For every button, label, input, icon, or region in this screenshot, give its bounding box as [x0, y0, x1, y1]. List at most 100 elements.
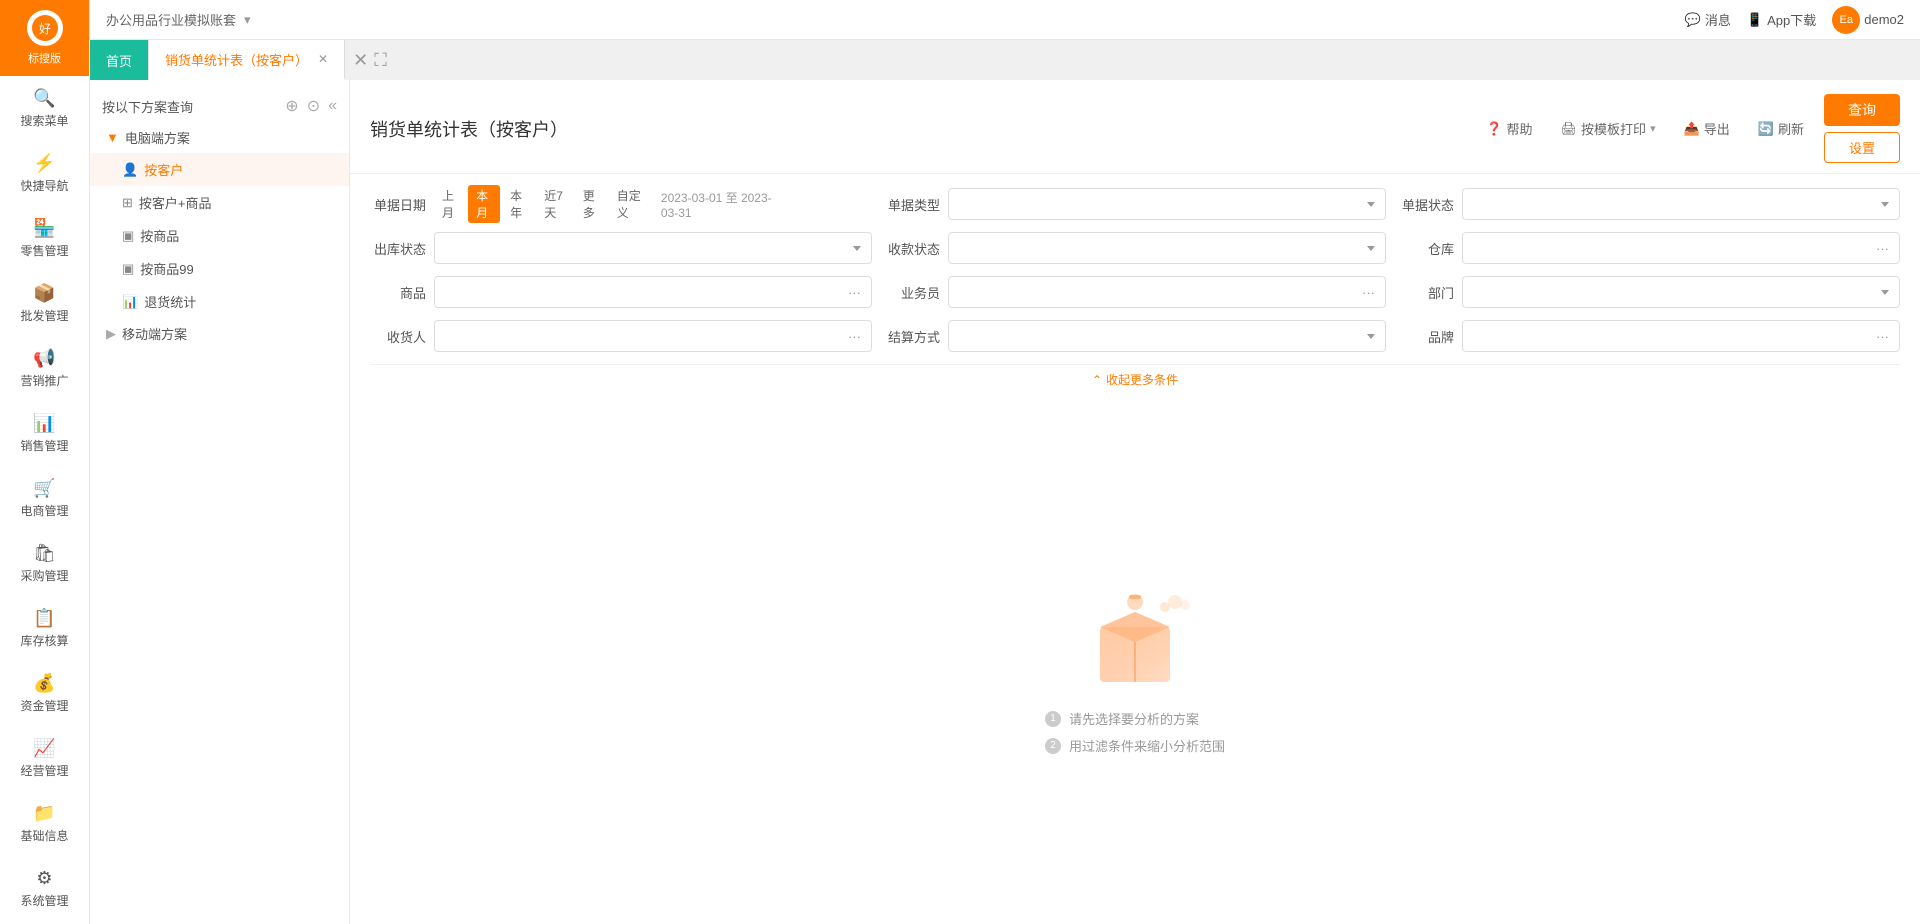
refresh-button[interactable]: 🔄 刷新	[1750, 115, 1812, 142]
filter-pay-status-control[interactable]	[948, 232, 1386, 264]
scheme-header-title: 按以下方案查询	[102, 97, 193, 116]
brand-dots-icon[interactable]: ···	[1876, 329, 1889, 344]
type-dropdown-arrow-icon	[1367, 202, 1375, 207]
sidebar-item-4[interactable]: 📢营销推广	[0, 336, 89, 401]
tab-home-label: 首页	[106, 51, 132, 70]
scheme-group-mobile-title[interactable]: ▶ 移动端方案	[90, 318, 349, 349]
settings-button[interactable]: 设置	[1824, 132, 1900, 163]
receiver-dots-icon[interactable]: ···	[848, 329, 861, 344]
scheme-header-icons: ⊕ ⊙ «	[285, 96, 337, 116]
scheme-item-goods99[interactable]: ▣ 按商品99	[90, 252, 349, 285]
sidebar-icon-3: 📦	[33, 283, 55, 304]
filter-brand-label: 品牌	[1398, 327, 1454, 346]
warehouse-dots-icon[interactable]: ···	[1876, 241, 1889, 256]
filter-salesperson-control[interactable]: ···	[948, 276, 1386, 308]
collapse-up-icon: ⌃	[1092, 373, 1102, 387]
sidebar-item-1[interactable]: ⚡快捷导航	[0, 141, 89, 206]
scheme-group-mobile: ▶ 移动端方案	[90, 318, 349, 349]
avatar: Ea	[1832, 6, 1860, 34]
salesperson-dots-icon[interactable]: ···	[1362, 285, 1375, 300]
maximize-window-icon[interactable]: ⛶	[374, 50, 387, 71]
scheme-header: 按以下方案查询 ⊕ ⊙ «	[90, 90, 349, 122]
export-icon: 📤	[1684, 121, 1700, 137]
filter-type-control[interactable]	[948, 188, 1386, 220]
refresh-icon: 🔄	[1758, 121, 1774, 137]
help-button[interactable]: ❓ 帮助	[1478, 115, 1540, 142]
filter-settlement-control[interactable]	[948, 320, 1386, 352]
scheme-group-desktop: ▼ 电脑端方案 👤 按客户 ⊞ 按客户+商品 ▣ 按商品 ▣	[90, 122, 349, 318]
user-profile-button[interactable]: Ea demo2	[1832, 6, 1904, 34]
print-button[interactable]: 🖨 按模板打印 ▾	[1553, 115, 1664, 142]
filter-warehouse-label: 仓库	[1398, 239, 1454, 258]
tab-sales-stat[interactable]: 销货单统计表（按客户） ✕	[149, 40, 345, 80]
sidebar-label-8: 库存核算	[20, 632, 68, 649]
app-label: App下载	[1767, 10, 1816, 29]
filter-warehouse-control[interactable]: ···	[1462, 232, 1900, 264]
scheme-item-customer-goods[interactable]: ⊞ 按客户+商品	[90, 186, 349, 219]
sidebar-item-3[interactable]: 📦批发管理	[0, 271, 89, 336]
filter-date-control[interactable]: 上月 本月 本年 近7天 更多 自定义 2023-03-01 至 2023-03…	[434, 188, 774, 220]
sidebar-label-9: 资金管理	[20, 697, 68, 714]
scheme-add-icon[interactable]: ⊕	[285, 96, 298, 116]
filter-status-control[interactable]	[1462, 188, 1900, 220]
sidebar-label-2: 零售管理	[20, 242, 68, 259]
tab-home[interactable]: 首页	[90, 40, 149, 80]
filter-out-status-control[interactable]	[434, 232, 872, 264]
date-tab-custom[interactable]: 自定义	[609, 185, 649, 223]
app-download-button[interactable]: 📱 App下载	[1747, 10, 1816, 29]
collapse-bar[interactable]: ⌃ 收起更多条件	[370, 364, 1900, 394]
breadcrumb-chevron-icon[interactable]: ▾	[244, 12, 251, 28]
sidebar-item-8[interactable]: 📋库存核算	[0, 596, 89, 661]
query-button[interactable]: 查询	[1824, 94, 1900, 126]
sidebar-icon-12: ⚙	[36, 868, 52, 889]
topbar-right: 💬 消息 📱 App下载 Ea demo2	[1685, 6, 1904, 34]
goods-dots-icon[interactable]: ···	[848, 285, 861, 300]
scheme-collapse-icon[interactable]: «	[328, 97, 337, 115]
sidebar-item-0[interactable]: 🔍搜索菜单	[0, 76, 89, 141]
empty-state: 1 请先选择要分析的方案 2 用过滤条件来缩小分析范围	[350, 408, 1920, 924]
sidebar-item-7[interactable]: 🛍采购管理	[0, 531, 89, 596]
tab-close-icon[interactable]: ✕	[318, 52, 328, 66]
filter-brand-item: 品牌 ···	[1398, 320, 1900, 352]
sidebar-icon-7: 🛍	[33, 543, 56, 564]
sidebar-item-5[interactable]: 📊销售管理	[0, 401, 89, 466]
scheme-edit-icon[interactable]: ⊙	[307, 96, 320, 116]
scheme-item-customer[interactable]: 👤 按客户	[90, 153, 349, 186]
sidebar-label-10: 经营管理	[20, 762, 68, 779]
hint-num-2: 2	[1045, 738, 1061, 754]
empty-illustration	[1075, 577, 1195, 697]
filter-brand-control[interactable]: ···	[1462, 320, 1900, 352]
scheme-item-return-stat[interactable]: 📊 退货统计	[90, 285, 349, 318]
scheme-group-desktop-title[interactable]: ▼ 电脑端方案	[90, 122, 349, 153]
date-tab-last-month[interactable]: 上月	[434, 185, 466, 223]
scheme-item-goods[interactable]: ▣ 按商品	[90, 219, 349, 252]
date-tab-more[interactable]: 更多	[575, 185, 607, 223]
message-button[interactable]: 💬 消息	[1685, 10, 1731, 29]
scheme-item-goods99-label: 按商品99	[140, 259, 193, 278]
sidebar-item-2[interactable]: 🏪零售管理	[0, 206, 89, 271]
svg-text:好: 好	[38, 22, 50, 36]
filter-pay-status-item: 收款状态	[884, 232, 1386, 264]
export-label: 导出	[1704, 119, 1730, 138]
scheme-group-mobile-label: 移动端方案	[122, 324, 187, 343]
sidebar-item-11[interactable]: 📁基础信息	[0, 791, 89, 856]
refresh-label: 刷新	[1778, 119, 1804, 138]
filter-goods-control[interactable]: ···	[434, 276, 872, 308]
close-window-icon[interactable]: ✕	[353, 50, 368, 71]
sidebar-nav: 🔍搜索菜单⚡快捷导航🏪零售管理📦批发管理📢营销推广📊销售管理🛒电商管理🛍采购管理…	[0, 76, 89, 924]
sidebar-item-12[interactable]: ⚙系统管理	[0, 856, 89, 921]
content: 按以下方案查询 ⊕ ⊙ « ▼ 电脑端方案 👤 按客户	[90, 80, 1920, 924]
main-area: 办公用品行业模拟账套 ▾ 💬 消息 📱 App下载 Ea demo2 首页 销货…	[90, 0, 1920, 924]
export-button[interactable]: 📤 导出	[1676, 115, 1738, 142]
filter-receiver-control[interactable]: ···	[434, 320, 872, 352]
sidebar-item-6[interactable]: 🛒电商管理	[0, 466, 89, 531]
date-tab-this-month[interactable]: 本月	[468, 185, 500, 223]
scheme-item-icon-customer: 👤	[122, 162, 138, 178]
filter-dept-control[interactable]	[1462, 276, 1900, 308]
sidebar-item-10[interactable]: 📈经营管理	[0, 726, 89, 791]
date-tab-this-year[interactable]: 本年	[502, 185, 534, 223]
date-tab-7days[interactable]: 近7天	[536, 185, 573, 223]
print-chevron-icon: ▾	[1650, 122, 1656, 135]
sidebar-item-9[interactable]: 💰资金管理	[0, 661, 89, 726]
scheme-item-icon-goods: ▣	[122, 228, 134, 244]
